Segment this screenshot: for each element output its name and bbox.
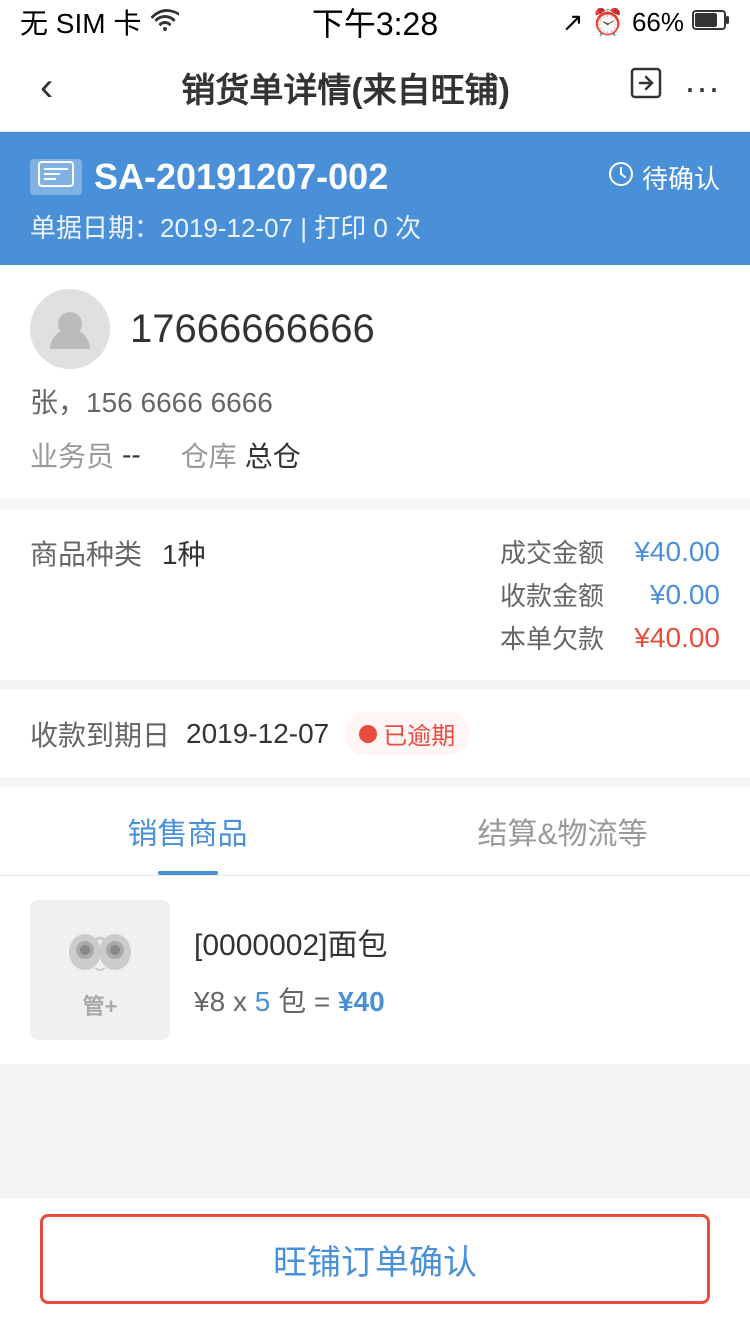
sales-rep-label: 业务员	[30, 435, 114, 475]
battery-icon	[692, 7, 730, 38]
tab-sales-products[interactable]: 销售商品	[0, 787, 375, 875]
customer-row: 17666666666	[30, 289, 720, 369]
battery-text: 66%	[632, 7, 684, 38]
due-label: 收款到期日	[30, 714, 170, 754]
page-title: 销货单详情(来自旺铺)	[181, 63, 510, 112]
brand-label: 管+	[83, 989, 118, 1021]
clock-icon	[608, 161, 634, 194]
amount-row: 成交金额 ¥40.00	[500, 533, 720, 570]
confirm-order-button[interactable]: 旺铺订单确认	[40, 1214, 710, 1304]
customer-meta: 业务员 -- 仓库 总仓	[30, 435, 720, 475]
alarm-icon: ⏰	[592, 7, 624, 38]
status-right: ↗ ⏰ 66%	[562, 7, 730, 38]
overdue-badge: 已逾期	[345, 712, 469, 755]
wifi-icon	[151, 6, 179, 38]
bottom-action-bar: 旺铺订单确认	[0, 1198, 750, 1334]
order-icon	[30, 159, 82, 195]
product-logo: 管+	[60, 920, 140, 1021]
amount-label: 成交金额	[500, 533, 604, 570]
owl-icon	[60, 920, 140, 989]
status-left: 无 SIM 卡	[20, 2, 179, 42]
summary-left: 商品种类 1种	[30, 533, 206, 573]
product-info: [0000002]面包 ¥8 x 5 包 = ¥40	[194, 920, 720, 1020]
types-value: 1种	[162, 533, 206, 573]
received-row: 收款金额 ¥0.00	[500, 576, 720, 613]
owe-row: 本单欠款 ¥40.00	[500, 619, 720, 656]
product-price: ¥8 x 5 包 = ¥40	[194, 980, 720, 1020]
sales-rep-value: --	[122, 439, 141, 471]
share-button[interactable]	[628, 65, 664, 110]
nav-actions: ···	[628, 65, 720, 110]
due-date-value: 2019-12-07	[186, 718, 329, 750]
product-thumbnail: 管+	[30, 900, 170, 1040]
more-button[interactable]: ···	[684, 67, 720, 109]
overdue-dot-icon	[359, 725, 377, 743]
carrier-text: 无 SIM 卡	[20, 2, 141, 42]
order-id-text: SA-20191207-002	[94, 156, 388, 198]
status-time: 下午3:28	[312, 0, 438, 45]
warehouse-value: 总仓	[245, 435, 301, 475]
order-id: SA-20191207-002	[30, 156, 388, 198]
tab-bar: 销售商品 结算&物流等	[0, 787, 750, 876]
order-id-row: SA-20191207-002 待确认	[30, 156, 720, 198]
price-unit: ¥8	[194, 986, 225, 1017]
amount-value: ¥40.00	[620, 536, 720, 568]
warehouse-label: 仓库	[181, 435, 237, 475]
customer-card: 17666666666 张，156 6666 6666 业务员 -- 仓库 总仓	[0, 265, 750, 499]
price-equals: =	[314, 986, 338, 1017]
product-total: ¥40	[338, 986, 385, 1017]
price-multiply: x	[233, 986, 255, 1017]
types-label: 商品种类	[30, 533, 142, 573]
tab-sales-label: 销售商品	[128, 809, 248, 853]
location-icon: ↗	[562, 7, 584, 38]
owe-label: 本单欠款	[500, 619, 604, 656]
owe-value: ¥40.00	[620, 622, 720, 654]
due-card: 收款到期日 2019-12-07 已逾期	[0, 690, 750, 777]
overdue-text: 已逾期	[383, 716, 455, 751]
received-label: 收款金额	[500, 576, 604, 613]
nav-bar: ‹ 销货单详情(来自旺铺) ···	[0, 44, 750, 132]
order-status-text: 待确认	[642, 159, 720, 196]
product-card: 管+ [0000002]面包 ¥8 x 5 包 = ¥40	[0, 876, 750, 1064]
summary-card: 商品种类 1种 成交金额 ¥40.00 收款金额 ¥0.00 本单欠款 ¥40.…	[0, 509, 750, 680]
order-header-card: SA-20191207-002 待确认 单据日期：2019-12-07 | 打印…	[0, 132, 750, 265]
warehouse-item: 仓库 总仓	[181, 435, 301, 475]
customer-phone: 17666666666	[130, 307, 375, 352]
customer-name: 张，156 6666 6666	[30, 381, 720, 421]
avatar	[30, 289, 110, 369]
sales-rep-item: 业务员 --	[30, 435, 141, 475]
product-unit: 包	[278, 986, 306, 1017]
summary-right: 成交金额 ¥40.00 收款金额 ¥0.00 本单欠款 ¥40.00	[500, 533, 720, 656]
status-bar: 无 SIM 卡 下午3:28 ↗ ⏰ 66%	[0, 0, 750, 44]
order-date: 单据日期：2019-12-07 | 打印 0 次	[30, 208, 720, 245]
received-value: ¥0.00	[620, 579, 720, 611]
product-qty: 5	[255, 986, 271, 1017]
back-button[interactable]: ‹	[30, 55, 63, 120]
tab-settlement-label: 结算&物流等	[477, 809, 647, 853]
order-status: 待确认	[608, 159, 720, 196]
product-name: [0000002]面包	[194, 920, 720, 964]
tab-settlement[interactable]: 结算&物流等	[375, 787, 750, 875]
